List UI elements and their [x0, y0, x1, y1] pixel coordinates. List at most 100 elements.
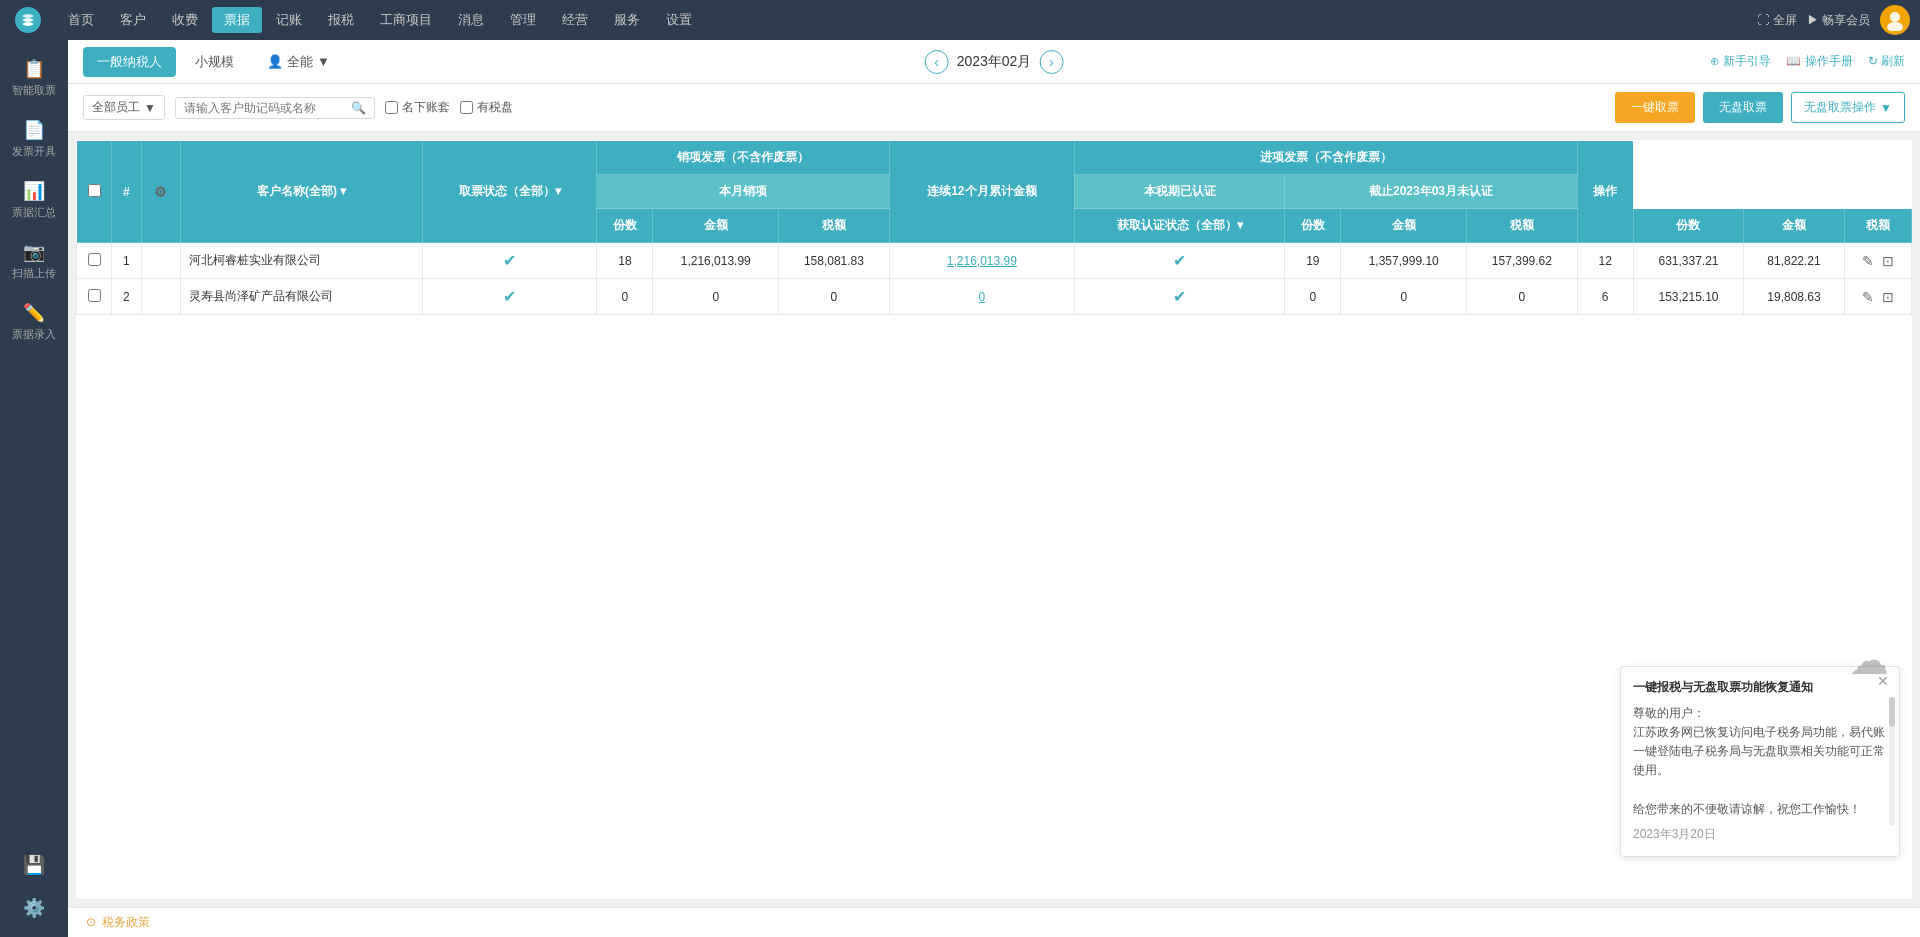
prev-date-btn[interactable]: ‹	[925, 50, 949, 74]
sidebar-item-scan-upload[interactable]: 📷 扫描上传	[4, 233, 64, 289]
staff-select-icon: ▼	[144, 101, 156, 115]
status-text: 税务政策	[102, 915, 150, 929]
user-avatar[interactable]	[1880, 5, 1910, 35]
account-checkbox[interactable]	[385, 101, 398, 114]
row-action: ✎ ⊡	[1844, 279, 1911, 315]
tax-disk-checkbox-label[interactable]: 有税盘	[460, 99, 513, 116]
tax-disk-checkbox[interactable]	[460, 101, 473, 114]
sidebar-item-issue-invoice[interactable]: 📄 发票开具	[4, 111, 64, 167]
no-disk-ops-dropdown-icon: ▼	[1880, 101, 1892, 115]
th-uncert-shares: 份数	[1633, 209, 1744, 243]
row-month-shares: 18	[597, 243, 653, 279]
row-month-shares: 0	[597, 279, 653, 315]
row-cert-amount: 0	[1341, 279, 1467, 315]
nav-service[interactable]: 服务	[602, 7, 652, 33]
sidebar-label-issue: 发票开具	[12, 144, 56, 159]
row-take-status: ✔	[423, 243, 597, 279]
th-customer: 客户名称(全部) ▾	[181, 141, 423, 243]
nav-settings[interactable]: 设置	[654, 7, 704, 33]
th-gear: ⚙	[141, 141, 180, 243]
nav-customer[interactable]: 客户	[108, 7, 158, 33]
sidebar-item-download[interactable]: 💾	[4, 846, 64, 884]
row-take-status: ✔	[423, 279, 597, 315]
sidebar-item-invoice-entry[interactable]: ✏️ 票据录入	[4, 294, 64, 350]
th-uncertified: 截止2023年03月未认证	[1285, 175, 1577, 209]
refresh-btn[interactable]: ↻ 刷新	[1868, 53, 1905, 70]
row-month-tax: 0	[779, 279, 890, 315]
row-checkbox[interactable]	[88, 253, 101, 266]
table-row: 2 灵寿县尚泽矿产品有限公司 ✔ 0 0 0 0 ✔ 0 0 0 6 153,2…	[77, 279, 1912, 315]
nav-manage[interactable]: 管理	[498, 7, 548, 33]
table-row: 1 河北柯睿桩实业有限公司 ✔ 18 1,216,013.99 158,081.…	[77, 243, 1912, 279]
th-index: #	[112, 141, 142, 243]
person-icon: 👤	[267, 54, 283, 69]
sub-tabs-bar: 一般纳税人 小规模 👤 全能 ▼ ‹ 2023年02月 › ⊕ 新手引导 📖 操…	[68, 40, 1920, 84]
nav-invoice[interactable]: 票据	[212, 7, 262, 33]
new-guide-btn[interactable]: ⊕ 新手引导	[1710, 53, 1771, 70]
invoice-entry-icon: ✏️	[23, 302, 45, 324]
select-all-checkbox[interactable]	[88, 184, 101, 197]
nav-bookkeeping[interactable]: 记账	[264, 7, 314, 33]
row-index: 2	[112, 279, 142, 315]
manual-btn[interactable]: 📖 操作手册	[1786, 53, 1852, 70]
invoice-table: # ⚙ 客户名称(全部) ▾ 取票状态（全部）▾ 销项发票（不含作废票） 连续1…	[76, 140, 1912, 315]
sidebar-item-help[interactable]: ⚙️	[4, 889, 64, 927]
row-action: ✎ ⊡	[1844, 243, 1911, 279]
notification-greeting: 尊敬的用户：	[1633, 706, 1705, 720]
row-checkbox[interactable]	[88, 289, 101, 302]
next-date-btn[interactable]: ›	[1039, 50, 1063, 74]
sidebar-label-summary: 票据汇总	[12, 205, 56, 220]
sidebar-item-smart-invoice[interactable]: 📋 智能取票	[4, 50, 64, 106]
nav-fee[interactable]: 收费	[160, 7, 210, 33]
nav-message[interactable]: 消息	[446, 7, 496, 33]
tab-small-scale[interactable]: 小规模	[181, 47, 248, 77]
row-uncert-tax: 19,808.63	[1744, 279, 1844, 315]
th-purchase-invoice-group: 进项发票（不含作废票）	[1074, 141, 1577, 175]
row-cert-tax: 0	[1467, 279, 1578, 315]
edit-icon[interactable]: ✎	[1862, 289, 1874, 305]
fullscreen-btn[interactable]: ⛶ 全屏	[1757, 12, 1796, 29]
th-month-sales: 本月销项	[597, 175, 889, 209]
nav-operation[interactable]: 经营	[550, 7, 600, 33]
tab-all-capable[interactable]: 👤 全能 ▼	[253, 47, 344, 77]
th-uncert-tax: 税额	[1844, 209, 1911, 243]
notification-apology: 给您带来的不便敬请谅解，祝您工作愉快！	[1633, 802, 1861, 816]
row-month-tax: 158,081.83	[779, 243, 890, 279]
tab-general-taxpayer[interactable]: 一般纳税人	[83, 47, 176, 77]
edit-icon[interactable]: ✎	[1862, 253, 1874, 269]
member-btn[interactable]: ▶ 畅享会员	[1807, 12, 1870, 29]
one-click-btn[interactable]: 一键取票	[1615, 92, 1695, 123]
sidebar-label-entry: 票据录入	[12, 327, 56, 342]
th-take-status: 取票状态（全部）▾	[423, 141, 597, 243]
account-checkbox-label[interactable]: 名下账套	[385, 99, 450, 116]
row-uncert-tax: 81,822.21	[1744, 243, 1844, 279]
sidebar-label-smart: 智能取票	[12, 83, 56, 98]
th-cumulative: 连续12个月累计金额	[889, 141, 1074, 243]
date-navigator: ‹ 2023年02月 ›	[925, 50, 1064, 74]
row-uncert-shares: 6	[1577, 279, 1633, 315]
nav-tax[interactable]: 报税	[316, 7, 366, 33]
svg-point-2	[1887, 22, 1903, 31]
row-cert-amount: 1,357,999.10	[1341, 243, 1467, 279]
no-disk-btn[interactable]: 无盘取票	[1703, 92, 1783, 123]
row-month-amount: 1,216,013.99	[653, 243, 779, 279]
th-cert-status: 获取认证状态（全部）▾	[1074, 209, 1284, 243]
nav-business[interactable]: 工商项目	[368, 7, 444, 33]
gear-icon[interactable]: ⚙	[154, 184, 167, 200]
view-icon[interactable]: ⊡	[1882, 289, 1894, 305]
th-cert-tax: 税额	[1467, 209, 1578, 243]
view-icon[interactable]: ⊡	[1882, 253, 1894, 269]
no-disk-ops-btn[interactable]: 无盘取票操作 ▼	[1791, 92, 1905, 123]
scrollbar-thumb[interactable]	[1889, 697, 1895, 727]
smart-invoice-icon: 📋	[23, 58, 45, 80]
status-icon: ⊙	[86, 915, 96, 929]
nav-home[interactable]: 首页	[56, 7, 106, 33]
status-bar[interactable]: ⊙ 税务政策	[68, 907, 1920, 937]
search-icon[interactable]: 🔍	[351, 101, 366, 115]
dropdown-icon: ▼	[317, 54, 330, 69]
toolbar: 全部员工 ▼ 🔍 名下账套 有税盘 一键取票 无盘取票 无盘取票操作 ▼	[68, 84, 1920, 132]
sidebar-item-invoice-summary[interactable]: 📊 票据汇总	[4, 172, 64, 228]
search-input[interactable]	[184, 101, 347, 115]
staff-select[interactable]: 全部员工 ▼	[83, 95, 165, 120]
sidebar-label-scan: 扫描上传	[12, 266, 56, 281]
